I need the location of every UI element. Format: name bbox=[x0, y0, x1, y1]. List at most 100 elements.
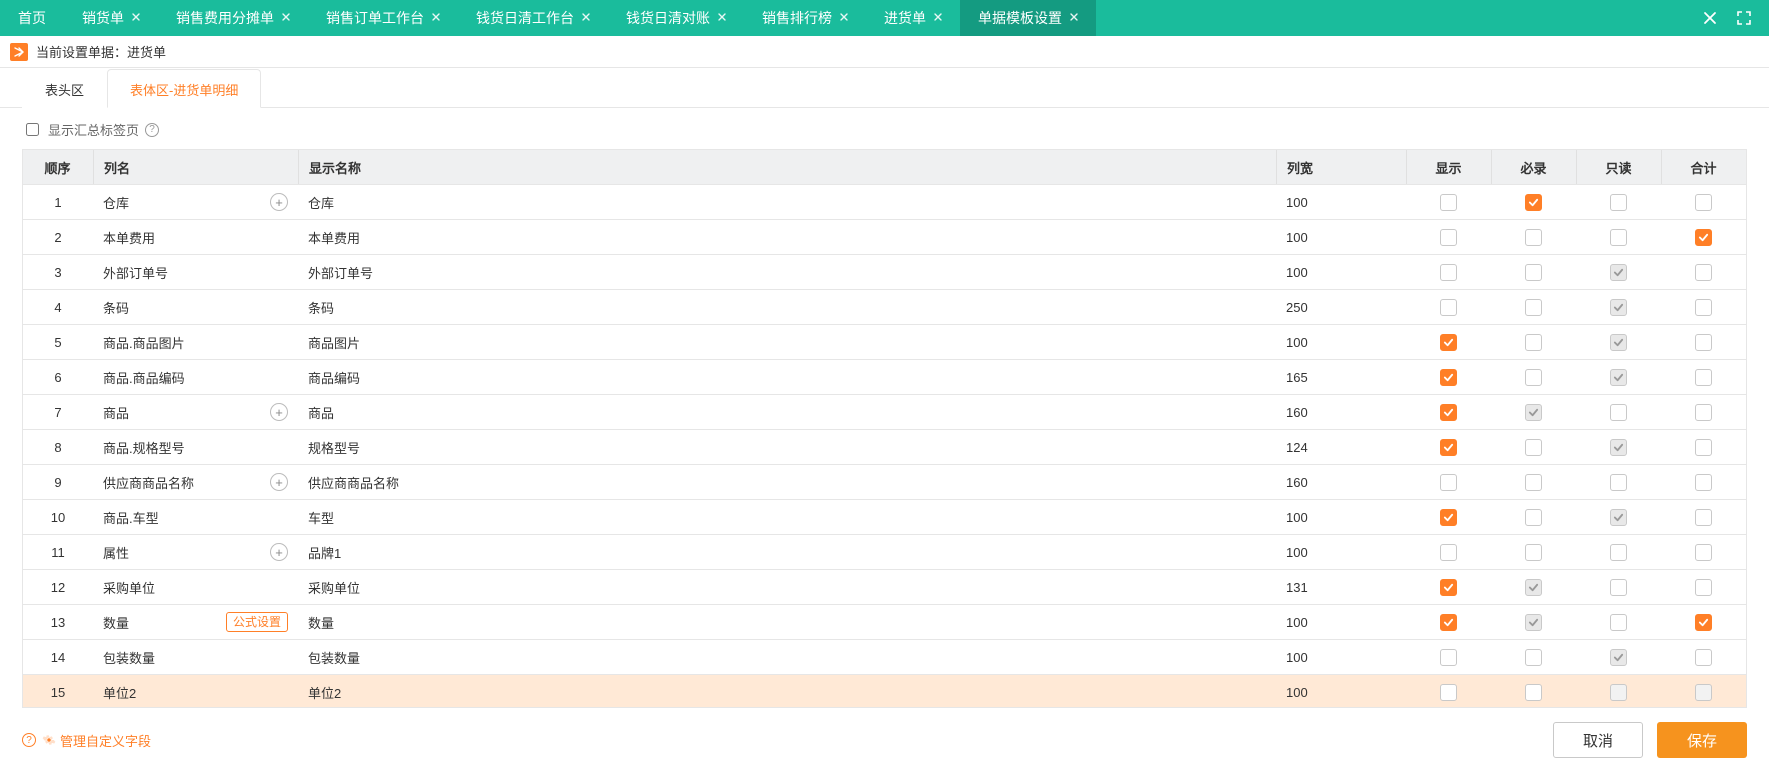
checkbox-required[interactable] bbox=[1525, 229, 1542, 246]
close-icon[interactable] bbox=[1070, 12, 1078, 24]
cell-width[interactable]: 131 bbox=[1276, 570, 1406, 604]
checkbox-sum[interactable] bbox=[1695, 299, 1712, 316]
cell-display[interactable]: 条码 bbox=[298, 290, 1276, 324]
checkbox-sum[interactable] bbox=[1695, 614, 1712, 631]
checkbox-show[interactable] bbox=[1440, 649, 1457, 666]
close-icon[interactable] bbox=[432, 12, 440, 24]
add-icon[interactable]: + bbox=[270, 403, 288, 421]
table-row[interactable]: 2本单费用本单费用100 bbox=[23, 219, 1746, 254]
checkbox-sum[interactable] bbox=[1695, 369, 1712, 386]
checkbox-show[interactable] bbox=[1440, 509, 1457, 526]
cell-display[interactable]: 品牌1 bbox=[298, 535, 1276, 569]
help-icon[interactable]: ? bbox=[145, 123, 159, 137]
formula-button[interactable]: 公式设置 bbox=[226, 612, 288, 632]
checkbox-show[interactable] bbox=[1440, 614, 1457, 631]
checkbox-sum[interactable] bbox=[1695, 579, 1712, 596]
cell-width[interactable]: 100 bbox=[1276, 500, 1406, 534]
checkbox-show[interactable] bbox=[1440, 194, 1457, 211]
cancel-button[interactable]: 取消 bbox=[1553, 722, 1643, 758]
checkbox-show[interactable] bbox=[1440, 334, 1457, 351]
checkbox-show[interactable] bbox=[1440, 544, 1457, 561]
checkbox-sum[interactable] bbox=[1695, 439, 1712, 456]
top-tab-4[interactable]: 钱货日清工作台 bbox=[458, 0, 608, 36]
checkbox-show[interactable] bbox=[1440, 369, 1457, 386]
table-row[interactable]: 6商品.商品编码商品编码165 bbox=[23, 359, 1746, 394]
cell-display[interactable]: 本单费用 bbox=[298, 220, 1276, 254]
table-row[interactable]: 1仓库+仓库100 bbox=[23, 184, 1746, 219]
cell-width[interactable]: 100 bbox=[1276, 255, 1406, 289]
table-row[interactable]: 5商品.商品图片商品图片100 bbox=[23, 324, 1746, 359]
checkbox-show[interactable] bbox=[1440, 474, 1457, 491]
close-icon[interactable] bbox=[718, 12, 726, 24]
table-row[interactable]: 14包装数量包装数量100 bbox=[23, 639, 1746, 674]
cell-width[interactable]: 160 bbox=[1276, 465, 1406, 499]
checkbox-show[interactable] bbox=[1440, 264, 1457, 281]
cell-width[interactable]: 100 bbox=[1276, 640, 1406, 674]
checkbox-show[interactable] bbox=[1440, 439, 1457, 456]
checkbox-readonly[interactable] bbox=[1610, 229, 1627, 246]
cell-width[interactable]: 250 bbox=[1276, 290, 1406, 324]
close-icon[interactable] bbox=[132, 12, 140, 24]
table-row[interactable]: 10商品.车型车型100 bbox=[23, 499, 1746, 534]
cell-width[interactable]: 100 bbox=[1276, 535, 1406, 569]
cell-display[interactable]: 采购单位 bbox=[298, 570, 1276, 604]
checkbox-required[interactable] bbox=[1525, 509, 1542, 526]
cell-display[interactable]: 外部订单号 bbox=[298, 255, 1276, 289]
top-tab-7[interactable]: 进货单 bbox=[866, 0, 960, 36]
checkbox-sum[interactable] bbox=[1695, 649, 1712, 666]
table-row[interactable]: 8商品.规格型号规格型号124 bbox=[23, 429, 1746, 464]
cell-width[interactable]: 124 bbox=[1276, 430, 1406, 464]
top-tab-2[interactable]: 销售费用分摊单 bbox=[158, 0, 308, 36]
checkbox-required[interactable] bbox=[1525, 264, 1542, 281]
cell-display[interactable]: 规格型号 bbox=[298, 430, 1276, 464]
cell-width[interactable]: 100 bbox=[1276, 325, 1406, 359]
checkbox-sum[interactable] bbox=[1695, 404, 1712, 421]
cell-width[interactable]: 160 bbox=[1276, 395, 1406, 429]
checkbox-required[interactable] bbox=[1525, 299, 1542, 316]
cell-width[interactable]: 100 bbox=[1276, 220, 1406, 254]
table-row[interactable]: 15单位2单位2100 bbox=[23, 674, 1746, 707]
checkbox-show[interactable] bbox=[1440, 404, 1457, 421]
footer-help-icon[interactable]: ? bbox=[22, 733, 36, 747]
table-row[interactable]: 11属性+品牌1100 bbox=[23, 534, 1746, 569]
close-icon[interactable] bbox=[840, 12, 848, 24]
checkbox-readonly[interactable] bbox=[1610, 194, 1627, 211]
checkbox-required[interactable] bbox=[1525, 439, 1542, 456]
add-icon[interactable]: + bbox=[270, 473, 288, 491]
add-icon[interactable]: + bbox=[270, 193, 288, 211]
top-tab-8[interactable]: 单据模板设置 bbox=[960, 0, 1096, 36]
checkbox-sum[interactable] bbox=[1695, 334, 1712, 351]
cell-display[interactable]: 单位2 bbox=[298, 675, 1276, 707]
top-tab-3[interactable]: 销售订单工作台 bbox=[308, 0, 458, 36]
checkbox-sum[interactable] bbox=[1695, 474, 1712, 491]
top-tab-6[interactable]: 销售排行榜 bbox=[744, 0, 866, 36]
table-row[interactable]: 4条码条码250 bbox=[23, 289, 1746, 324]
table-row[interactable]: 12采购单位采购单位131 bbox=[23, 569, 1746, 604]
top-tab-1[interactable]: 销货单 bbox=[64, 0, 158, 36]
cell-display[interactable]: 商品编码 bbox=[298, 360, 1276, 394]
checkbox-sum[interactable] bbox=[1695, 544, 1712, 561]
manage-custom-fields-link[interactable]: 管理自定义字段 bbox=[42, 731, 151, 750]
checkbox-sum[interactable] bbox=[1695, 194, 1712, 211]
cell-width[interactable]: 100 bbox=[1276, 185, 1406, 219]
top-tab-0[interactable]: 首页 bbox=[0, 0, 64, 36]
cell-display[interactable]: 包装数量 bbox=[298, 640, 1276, 674]
cell-display[interactable]: 供应商商品名称 bbox=[298, 465, 1276, 499]
checkbox-required[interactable] bbox=[1525, 474, 1542, 491]
cell-width[interactable]: 100 bbox=[1276, 675, 1406, 707]
close-all-icon[interactable] bbox=[1703, 11, 1717, 25]
close-icon[interactable] bbox=[582, 12, 590, 24]
checkbox-required[interactable] bbox=[1525, 544, 1542, 561]
sub-tab-0[interactable]: 表头区 bbox=[22, 69, 107, 108]
checkbox-readonly[interactable] bbox=[1610, 404, 1627, 421]
grid-body[interactable]: 1仓库+仓库1002本单费用本单费用1003外部订单号外部订单号1004条码条码… bbox=[23, 184, 1746, 707]
checkbox-show[interactable] bbox=[1440, 229, 1457, 246]
checkbox-required[interactable] bbox=[1525, 684, 1542, 701]
add-icon[interactable]: + bbox=[270, 543, 288, 561]
checkbox-sum[interactable] bbox=[1695, 509, 1712, 526]
checkbox-readonly[interactable] bbox=[1610, 474, 1627, 491]
cell-display[interactable]: 数量 bbox=[298, 605, 1276, 639]
checkbox-required[interactable] bbox=[1525, 369, 1542, 386]
checkbox-show[interactable] bbox=[1440, 684, 1457, 701]
expand-toggle-icon[interactable] bbox=[10, 43, 28, 61]
